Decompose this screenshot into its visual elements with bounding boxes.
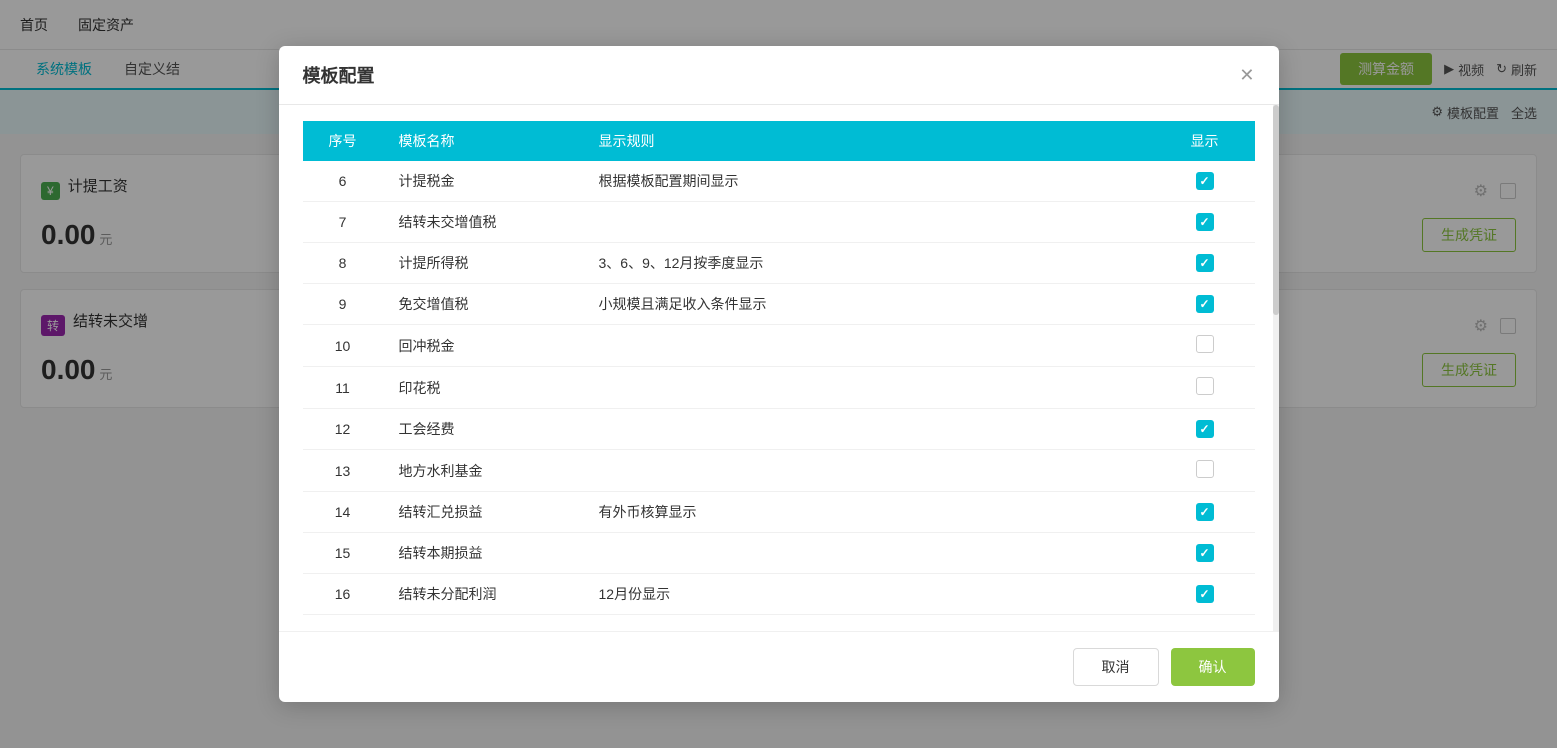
cell-name: 地方水利基金 [383,450,583,492]
table-row: 11印花税 [303,367,1255,409]
table-row: 14结转汇兑损益有外币核算显示 [303,492,1255,533]
cell-checkbox [1155,161,1255,202]
cell-checkbox [1155,450,1255,492]
scrollbar-track [1273,105,1279,631]
table-row: 10回冲税金 [303,325,1255,367]
dialog-body: 序号 模板名称 显示规则 显示 6计提税金根据模板配置期间显示7结转未交增值税8… [279,105,1279,631]
checkbox-checked[interactable] [1196,420,1214,438]
modal-overlay: 模板配置 ✕ 序号 模板名称 显示规则 显示 6计提税金根据模板配置期间显示7结… [0,0,1557,748]
cell-rule: 根据模板配置期间显示 [583,161,1155,202]
checkbox-unchecked[interactable] [1196,460,1214,478]
cell-rule [583,450,1155,492]
cell-checkbox [1155,574,1255,615]
col-header-display: 显示 [1155,121,1255,161]
cell-name: 计提税金 [383,161,583,202]
close-button[interactable]: ✕ [1239,66,1254,84]
table-row: 13地方水利基金 [303,450,1255,492]
table-row: 16结转未分配利润12月份显示 [303,574,1255,615]
checkbox-checked[interactable] [1196,172,1214,190]
checkbox-checked[interactable] [1196,585,1214,603]
cell-rule: 有外币核算显示 [583,492,1155,533]
cancel-button[interactable]: 取消 [1073,648,1159,686]
checkbox-checked[interactable] [1196,544,1214,562]
cell-name: 结转汇兑损益 [383,492,583,533]
cell-name: 结转未交增值税 [383,202,583,243]
config-table: 序号 模板名称 显示规则 显示 6计提税金根据模板配置期间显示7结转未交增值税8… [303,121,1255,615]
cell-checkbox [1155,284,1255,325]
cell-checkbox [1155,367,1255,409]
checkbox-unchecked[interactable] [1196,335,1214,353]
table-row: 7结转未交增值税 [303,202,1255,243]
table-row: 9免交增值税小规模且满足收入条件显示 [303,284,1255,325]
table-row: 6计提税金根据模板配置期间显示 [303,161,1255,202]
cell-rule [583,202,1155,243]
col-header-rule: 显示规则 [583,121,1155,161]
checkbox-checked[interactable] [1196,254,1214,272]
cell-name: 计提所得税 [383,243,583,284]
confirm-button[interactable]: 确认 [1171,648,1255,686]
checkbox-checked[interactable] [1196,503,1214,521]
scrollbar-thumb[interactable] [1273,105,1279,315]
table-row: 15结转本期损益 [303,533,1255,574]
cell-id: 11 [303,367,383,409]
table-header: 序号 模板名称 显示规则 显示 [303,121,1255,161]
cell-checkbox [1155,325,1255,367]
cell-checkbox [1155,202,1255,243]
dialog-footer: 取消 确认 [279,631,1279,702]
cell-id: 15 [303,533,383,574]
cell-rule: 小规模且满足收入条件显示 [583,284,1155,325]
cell-name: 结转本期损益 [383,533,583,574]
cell-id: 6 [303,161,383,202]
cell-rule [583,325,1155,367]
checkbox-checked[interactable] [1196,213,1214,231]
cell-id: 16 [303,574,383,615]
cell-rule [583,367,1155,409]
cell-checkbox [1155,492,1255,533]
cell-name: 工会经费 [383,409,583,450]
cell-rule: 12月份显示 [583,574,1155,615]
cell-id: 8 [303,243,383,284]
checkbox-checked[interactable] [1196,295,1214,313]
dialog-title: 模板配置 [303,62,375,88]
table-row: 12工会经费 [303,409,1255,450]
cell-name: 回冲税金 [383,325,583,367]
template-config-dialog: 模板配置 ✕ 序号 模板名称 显示规则 显示 6计提税金根据模板配置期间显示7结… [279,46,1279,702]
col-header-name: 模板名称 [383,121,583,161]
cell-checkbox [1155,533,1255,574]
cell-name: 免交增值税 [383,284,583,325]
cell-rule [583,533,1155,574]
cell-rule [583,409,1155,450]
cell-name: 结转未分配利润 [383,574,583,615]
table-body: 6计提税金根据模板配置期间显示7结转未交增值税8计提所得税3、6、9、12月按季… [303,161,1255,615]
cell-name: 印花税 [383,367,583,409]
col-header-id: 序号 [303,121,383,161]
cell-rule: 3、6、9、12月按季度显示 [583,243,1155,284]
cell-id: 9 [303,284,383,325]
cell-id: 14 [303,492,383,533]
cell-checkbox [1155,243,1255,284]
cell-id: 12 [303,409,383,450]
dialog-header: 模板配置 ✕ [279,46,1279,105]
cell-id: 10 [303,325,383,367]
cell-id: 13 [303,450,383,492]
table-row: 8计提所得税3、6、9、12月按季度显示 [303,243,1255,284]
checkbox-unchecked[interactable] [1196,377,1214,395]
cell-checkbox [1155,409,1255,450]
cell-id: 7 [303,202,383,243]
